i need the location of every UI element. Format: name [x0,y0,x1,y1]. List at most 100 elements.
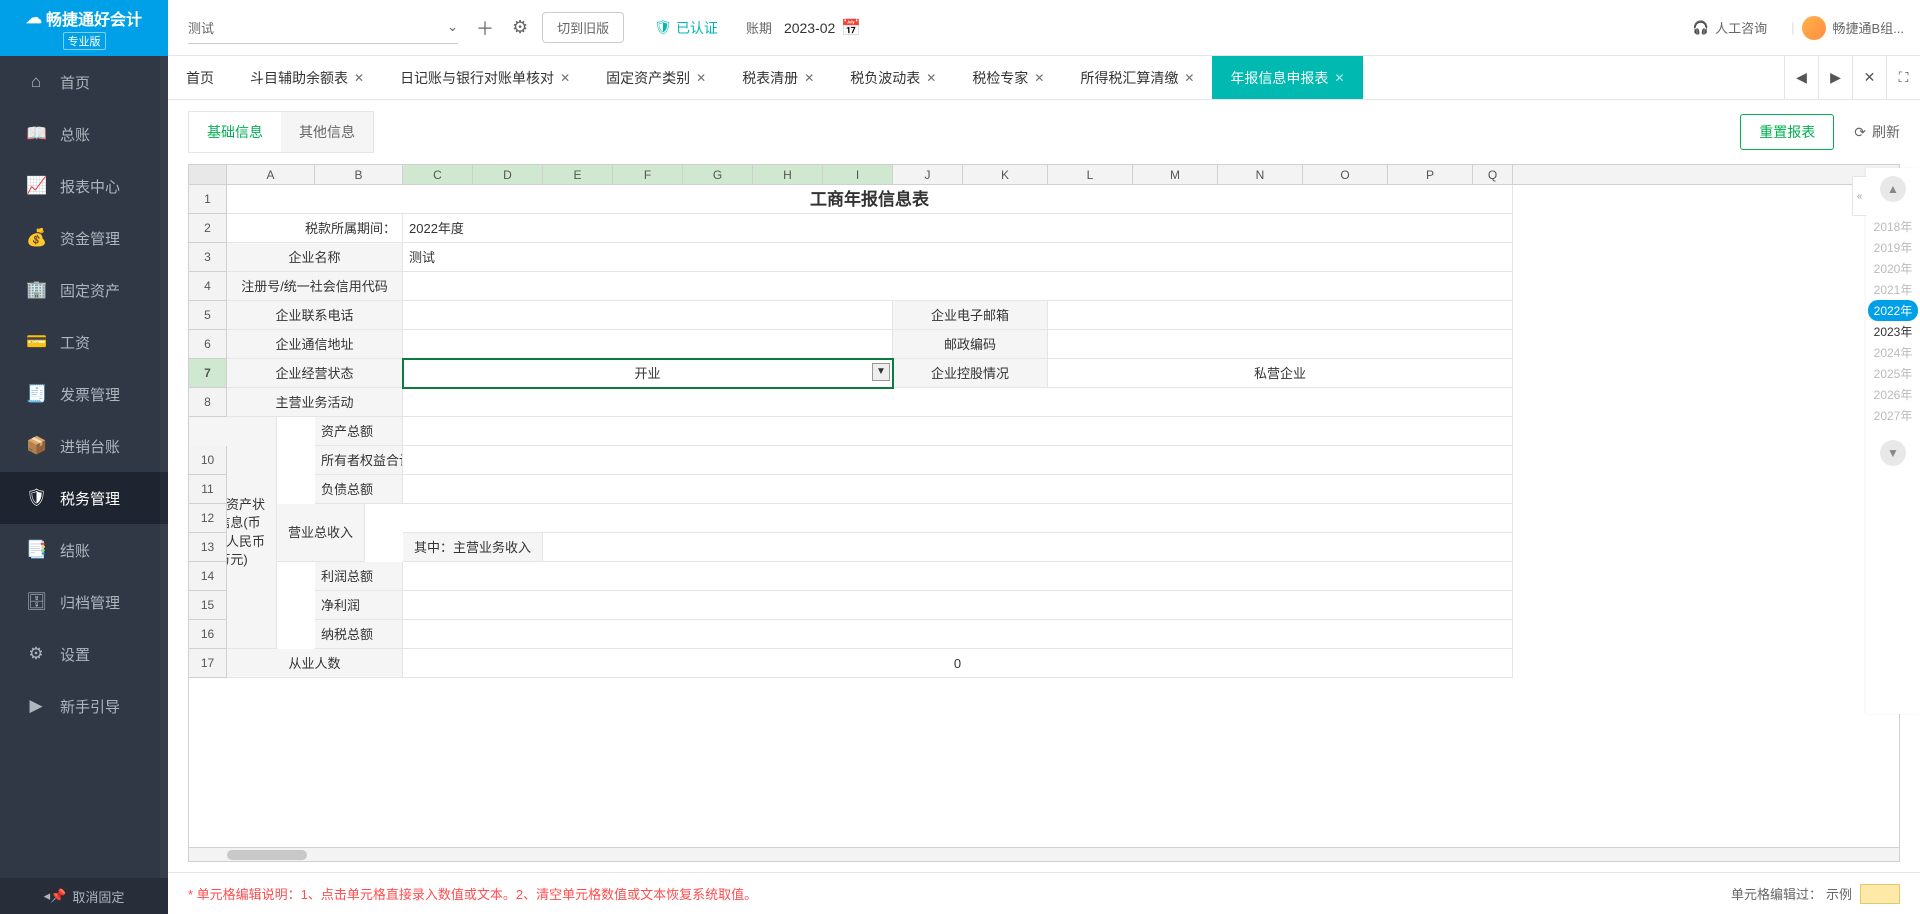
tab-close-all[interactable]: ✕ [1852,56,1886,99]
col-header-E[interactable]: E [543,165,613,184]
cell[interactable]: 0 [403,649,1513,678]
cell[interactable]: 利润总额 [315,562,403,591]
spreadsheet[interactable]: ABCDEFGHIJKLMNOPQ 1工商年报信息表2税款所属期间：2022年度… [188,164,1900,862]
select-all-corner[interactable] [189,165,227,184]
col-header-M[interactable]: M [1133,165,1218,184]
nav-item-5[interactable]: 💳工资 [0,316,168,368]
nav-item-4[interactable]: 🏢固定资产 [0,264,168,316]
grid-body[interactable]: 1工商年报信息表2税款所属期间：2022年度3企业名称测试4注册号/统一社会信用… [189,185,1899,847]
tab-close-icon[interactable]: ✕ [1334,71,1344,85]
col-header-K[interactable]: K [963,165,1048,184]
tab-3[interactable]: 固定资产类别✕ [588,56,724,99]
tab-1[interactable]: 斗目辅助余额表✕ [232,56,382,99]
calendar-icon[interactable]: 📅 [841,18,861,38]
cell[interactable] [1048,330,1513,359]
row-header-17[interactable]: 17 [189,649,227,678]
cell[interactable] [403,388,1513,417]
cell[interactable] [403,620,1513,649]
business-status-cell[interactable]: 开业▼ [403,359,893,388]
col-header-I[interactable]: I [823,165,893,184]
row-header-6[interactable]: 6 [189,330,227,359]
tab-close-icon[interactable]: ✕ [1184,71,1194,85]
row-header-10[interactable]: 10 [189,446,227,475]
tab-scroll-left[interactable]: ◀ [1784,56,1818,99]
cell[interactable] [403,504,1513,533]
nav-item-2[interactable]: 📈报表中心 [0,160,168,212]
col-header-J[interactable]: J [893,165,963,184]
cell[interactable] [403,475,1513,504]
nav-item-12[interactable]: ▶新手引导 [0,680,168,732]
cell[interactable]: 企业联系电话 [227,301,403,330]
tab-8[interactable]: 年报信息申报表✕ [1212,56,1362,99]
cell[interactable] [403,417,1513,446]
tab-2[interactable]: 日记账与银行对账单核对✕ [382,56,588,99]
tab-close-icon[interactable]: ✕ [560,71,570,85]
col-header-F[interactable]: F [613,165,683,184]
consult-button[interactable]: 🎧 人工咨询 [1693,18,1767,37]
cell[interactable]: 负债总额 [315,475,403,504]
cell[interactable]: 企业控股情况 [893,359,1048,388]
tab-close-icon[interactable]: ✕ [804,71,814,85]
row-header-7[interactable]: 7 [189,359,227,388]
row-header-11[interactable]: 11 [189,475,227,504]
tab-6[interactable]: 税检专家✕ [954,56,1062,99]
old-version-button[interactable]: 切到旧版 [542,12,624,43]
cell[interactable] [543,533,1513,562]
cell[interactable]: 企业通信地址 [227,330,403,359]
cell[interactable] [403,272,1513,301]
row-header-12[interactable]: 12 [189,504,227,533]
reset-report-button[interactable]: 重置报表 [1740,114,1834,150]
row-header-16[interactable]: 16 [189,620,227,649]
year-item[interactable]: 2022年 [1868,300,1919,321]
row-header-4[interactable]: 4 [189,272,227,301]
dropdown-arrow-icon[interactable]: ▼ [872,363,890,381]
horizontal-scrollbar[interactable] [189,847,1899,861]
year-item[interactable]: 2025年 [1868,363,1919,384]
tab-scroll-right[interactable]: ▶ [1818,56,1852,99]
year-item[interactable]: 2020年 [1868,258,1919,279]
cell[interactable]: 其中：主营业务收入 [403,533,543,562]
nav-item-6[interactable]: 🧾发票管理 [0,368,168,420]
tab-close-icon[interactable]: ✕ [926,71,936,85]
year-item[interactable]: 2027年 [1868,405,1919,426]
year-up[interactable]: ▲ [1880,176,1906,202]
cell[interactable]: 从业人数 [227,649,403,678]
cell[interactable]: 税款所属期间： [227,214,403,243]
tab-close-icon[interactable]: ✕ [354,71,364,85]
col-header-P[interactable]: P [1388,165,1473,184]
cell[interactable] [403,301,893,330]
row-header-13[interactable]: 13 [189,533,227,562]
user-menu[interactable]: 畅捷通B组... [1802,16,1904,40]
col-header-A[interactable]: A [227,165,315,184]
col-header-H[interactable]: H [753,165,823,184]
row-header-3[interactable]: 3 [189,243,227,272]
col-header-N[interactable]: N [1218,165,1303,184]
row-header-1[interactable]: 1 [189,185,227,214]
cell[interactable]: 注册号/统一社会信用代码 [227,272,403,301]
row-header-8[interactable]: 8 [189,388,227,417]
cell[interactable]: 企业经营状态 [227,359,403,388]
unpin-button[interactable]: ◂📌 取消固定 [0,878,168,914]
cell[interactable]: 邮政编码 [893,330,1048,359]
row-header-5[interactable]: 5 [189,301,227,330]
tab-close-icon[interactable]: ✕ [696,71,706,85]
cell[interactable] [403,562,1513,591]
subtab-basic[interactable]: 基础信息 [189,112,281,152]
nav-item-9[interactable]: 📑结账 [0,524,168,576]
fullscreen-button[interactable]: ⛶ [1886,56,1920,99]
cell[interactable] [1048,301,1513,330]
cell[interactable] [403,330,893,359]
nav-item-7[interactable]: 📦进销台账 [0,420,168,472]
col-header-Q[interactable]: Q [1473,165,1513,184]
period-value[interactable]: 2023-02 [784,20,835,36]
cell[interactable]: 企业名称 [227,243,403,272]
row-header-15[interactable]: 15 [189,591,227,620]
nav-item-10[interactable]: 🗄归档管理 [0,576,168,628]
subtab-other[interactable]: 其他信息 [281,112,373,152]
cell[interactable]: 主营业务活动 [227,388,403,417]
year-item[interactable]: 2024年 [1868,342,1919,363]
cell[interactable] [403,446,1513,475]
year-item[interactable]: 2019年 [1868,237,1919,258]
cell[interactable]: 测试 [403,243,1513,272]
cell[interactable]: 净利润 [315,591,403,620]
